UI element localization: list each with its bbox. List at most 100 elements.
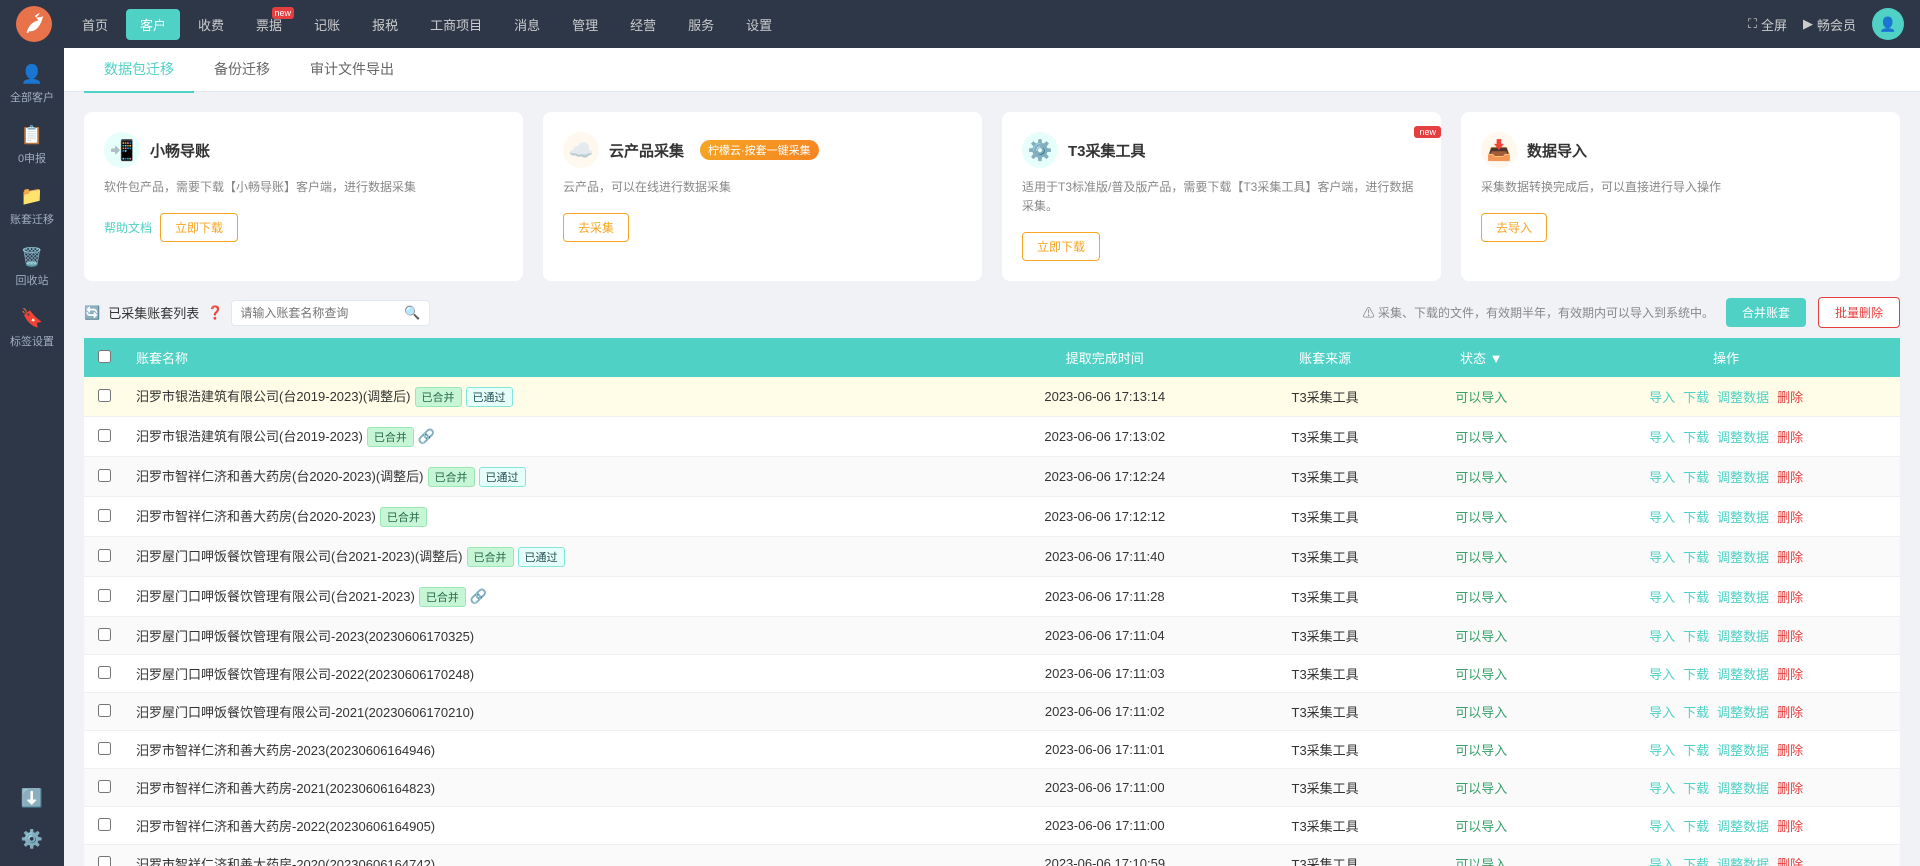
dataimport-import-button[interactable]: 去导入 — [1481, 213, 1547, 242]
download-action[interactable]: 下载 — [1683, 781, 1709, 796]
nav-customer[interactable]: 客户 — [126, 9, 180, 40]
delete-action[interactable]: 删除 — [1777, 781, 1803, 796]
sidebar-item-zero-declaration[interactable]: 📋 0申报 — [4, 117, 60, 174]
row-checkbox[interactable] — [98, 704, 111, 717]
import-action[interactable]: 导入 — [1649, 743, 1675, 758]
adjust-action[interactable]: 调整数据 — [1717, 819, 1769, 834]
adjust-action[interactable]: 调整数据 — [1717, 667, 1769, 682]
xiaochu-download-button[interactable]: 立即下载 — [160, 213, 238, 242]
tab-backup-migration[interactable]: 备份迁移 — [194, 48, 290, 93]
row-checkbox[interactable] — [98, 856, 111, 866]
xiaochu-help-link[interactable]: 帮助文档 — [104, 219, 152, 236]
adjust-action[interactable]: 调整数据 — [1717, 510, 1769, 525]
adjust-action[interactable]: 调整数据 — [1717, 705, 1769, 720]
tab-audit-export[interactable]: 审计文件导出 — [290, 48, 414, 93]
adjust-action[interactable]: 调整数据 — [1717, 550, 1769, 565]
app-logo[interactable] — [16, 6, 52, 42]
row-checkbox[interactable] — [98, 389, 111, 402]
row-link-icon[interactable]: 🔗 — [418, 428, 435, 444]
import-action[interactable]: 导入 — [1649, 629, 1675, 644]
sidebar-item-all-clients[interactable]: 👤 全部客户 — [4, 56, 60, 113]
delete-action[interactable]: 删除 — [1777, 629, 1803, 644]
adjust-action[interactable]: 调整数据 — [1717, 781, 1769, 796]
import-action[interactable]: 导入 — [1649, 857, 1675, 866]
member-button[interactable]: ▶ 畅会员 — [1803, 15, 1856, 34]
delete-action[interactable]: 删除 — [1777, 590, 1803, 605]
nav-invoice[interactable]: 票据 new — [242, 9, 296, 40]
fullscreen-button[interactable]: ⛶ 全屏 — [1748, 15, 1787, 34]
merge-accounts-button[interactable]: 合并账套 — [1726, 298, 1806, 327]
import-action[interactable]: 导入 — [1649, 390, 1675, 405]
sidebar-settings[interactable]: ⚙️ — [4, 821, 60, 858]
row-checkbox[interactable] — [98, 780, 111, 793]
download-action[interactable]: 下载 — [1683, 629, 1709, 644]
download-action[interactable]: 下载 — [1683, 550, 1709, 565]
download-action[interactable]: 下载 — [1683, 743, 1709, 758]
sidebar-item-recycle-bin[interactable]: 🗑️ 回收站 — [4, 239, 60, 296]
nav-bookkeeping[interactable]: 记账 — [300, 9, 354, 40]
adjust-action[interactable]: 调整数据 — [1717, 470, 1769, 485]
import-action[interactable]: 导入 — [1649, 705, 1675, 720]
sidebar-download[interactable]: ⬇️ — [4, 780, 60, 817]
download-action[interactable]: 下载 — [1683, 470, 1709, 485]
import-action[interactable]: 导入 — [1649, 510, 1675, 525]
row-checkbox[interactable] — [98, 549, 111, 562]
delete-action[interactable]: 删除 — [1777, 550, 1803, 565]
t3tool-download-button[interactable]: 立即下载 — [1022, 232, 1100, 261]
nav-home[interactable]: 首页 — [68, 9, 122, 40]
download-action[interactable]: 下载 — [1683, 390, 1709, 405]
nav-operation[interactable]: 经营 — [616, 9, 670, 40]
adjust-action[interactable]: 调整数据 — [1717, 430, 1769, 445]
select-all-header[interactable] — [84, 338, 124, 377]
import-action[interactable]: 导入 — [1649, 819, 1675, 834]
import-action[interactable]: 导入 — [1649, 430, 1675, 445]
tab-data-package-migration[interactable]: 数据包迁移 — [84, 48, 194, 93]
adjust-action[interactable]: 调整数据 — [1717, 390, 1769, 405]
download-action[interactable]: 下载 — [1683, 510, 1709, 525]
help-icon[interactable]: ❓ — [207, 305, 223, 321]
delete-action[interactable]: 删除 — [1777, 470, 1803, 485]
import-action[interactable]: 导入 — [1649, 667, 1675, 682]
delete-action[interactable]: 删除 — [1777, 705, 1803, 720]
import-action[interactable]: 导入 — [1649, 590, 1675, 605]
delete-action[interactable]: 删除 — [1777, 667, 1803, 682]
refresh-icon[interactable]: 🔄 — [84, 305, 100, 321]
download-action[interactable]: 下载 — [1683, 590, 1709, 605]
delete-action[interactable]: 删除 — [1777, 510, 1803, 525]
nav-message[interactable]: 消息 — [500, 9, 554, 40]
search-input[interactable] — [240, 306, 400, 320]
select-all-checkbox[interactable] — [98, 350, 111, 363]
batch-delete-button[interactable]: 批量删除 — [1818, 297, 1900, 328]
download-action[interactable]: 下载 — [1683, 857, 1709, 866]
delete-action[interactable]: 删除 — [1777, 819, 1803, 834]
delete-action[interactable]: 删除 — [1777, 390, 1803, 405]
row-checkbox[interactable] — [98, 628, 111, 641]
sidebar-item-tag-settings[interactable]: 🔖 标签设置 — [4, 300, 60, 357]
download-action[interactable]: 下载 — [1683, 667, 1709, 682]
row-checkbox[interactable] — [98, 429, 111, 442]
import-action[interactable]: 导入 — [1649, 550, 1675, 565]
adjust-action[interactable]: 调整数据 — [1717, 857, 1769, 866]
row-checkbox[interactable] — [98, 589, 111, 602]
row-checkbox[interactable] — [98, 742, 111, 755]
yunproduct-collect-button[interactable]: 去采集 — [563, 213, 629, 242]
download-action[interactable]: 下载 — [1683, 705, 1709, 720]
nav-settings[interactable]: 设置 — [732, 9, 786, 40]
nav-management[interactable]: 管理 — [558, 9, 612, 40]
nav-charge[interactable]: 收费 — [184, 9, 238, 40]
nav-business-project[interactable]: 工商项目 — [416, 9, 496, 40]
sidebar-item-account-migration[interactable]: 📁 账套迁移 — [4, 178, 60, 235]
delete-action[interactable]: 删除 — [1777, 430, 1803, 445]
download-action[interactable]: 下载 — [1683, 819, 1709, 834]
adjust-action[interactable]: 调整数据 — [1717, 743, 1769, 758]
row-checkbox[interactable] — [98, 469, 111, 482]
import-action[interactable]: 导入 — [1649, 781, 1675, 796]
adjust-action[interactable]: 调整数据 — [1717, 590, 1769, 605]
user-avatar[interactable]: 👤 — [1872, 8, 1904, 40]
search-icon[interactable]: 🔍 — [404, 305, 420, 321]
row-checkbox[interactable] — [98, 509, 111, 522]
download-action[interactable]: 下载 — [1683, 430, 1709, 445]
delete-action[interactable]: 删除 — [1777, 743, 1803, 758]
nav-service[interactable]: 服务 — [674, 9, 728, 40]
col-header-status[interactable]: 状态 ▼ — [1410, 338, 1552, 377]
